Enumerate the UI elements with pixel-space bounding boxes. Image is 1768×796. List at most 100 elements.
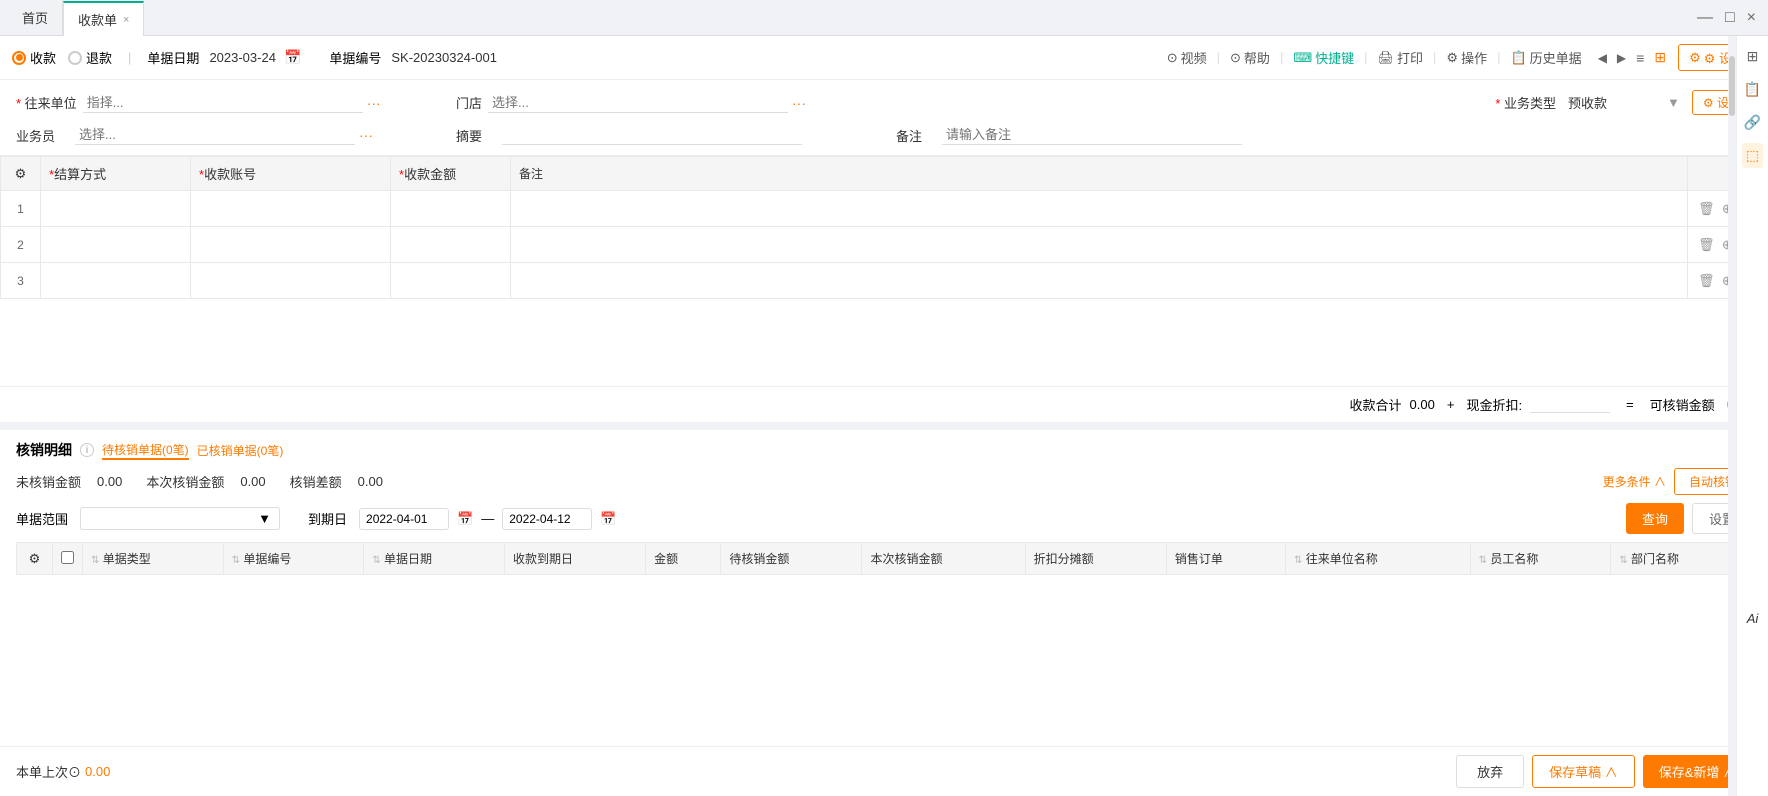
row-amount-2[interactable] (391, 227, 511, 263)
print-label: 打印 (1397, 48, 1423, 67)
current-verify-value: 0.00 (240, 474, 265, 489)
tab-home-label: 首页 (22, 8, 48, 27)
business-type-dropdown[interactable]: ▼ (1667, 95, 1680, 110)
receipt-table: ⚙ *结算方式 *收款账号 *收款金额 备注 操作 (0, 156, 1768, 299)
sidebar-doc-icon[interactable]: 📋 (1740, 77, 1765, 102)
store-more-icon[interactable]: ··· (792, 95, 806, 111)
range-select[interactable]: ▼ (80, 507, 280, 530)
vcol-gear: ⚙ (17, 543, 53, 575)
verify-gear-icon[interactable]: ⚙ (29, 551, 41, 566)
col-account: *收款账号 (191, 157, 391, 191)
radio-receipt-label: 收款 (30, 48, 56, 67)
help-label: 帮助 (1244, 48, 1270, 67)
separator1: | (128, 50, 131, 65)
staff-field: 业务员 ··· (16, 125, 416, 145)
staff-input[interactable] (75, 125, 355, 145)
save-draft-button[interactable]: 保存草稿 ∧ (1532, 755, 1635, 788)
vcol-amount: 金额 (646, 543, 721, 575)
row-amount-3[interactable] (391, 263, 511, 299)
scrollbar-thumb[interactable] (1729, 56, 1735, 116)
verify-section: 核销明细 i 待核销单据(0笔) 已核销单据(0笔) 未核销金额 0.00 本次… (0, 430, 1768, 612)
row-note-2[interactable] (511, 227, 1688, 263)
row-account-3[interactable] (191, 263, 391, 299)
table-row: 1 🗑 ⊕ (1, 191, 1768, 227)
sidebar-active-icon[interactable]: ⬚ (1742, 143, 1763, 168)
nav-prev-btn[interactable]: ◀ (1594, 49, 1611, 67)
radio-receipt-circle (12, 51, 26, 65)
vcol-counterpart: ⇅ 往来单位名称 (1285, 543, 1470, 575)
row-account-1[interactable] (191, 191, 391, 227)
shortcut-btn[interactable]: ⌨ 快捷键 (1293, 48, 1354, 67)
delete-row-1-icon[interactable]: 🗑 (1698, 201, 1715, 216)
filter-date: 到期日 📅 — 📅 (308, 508, 620, 530)
sidebar-link-icon[interactable]: 🔗 (1740, 110, 1765, 135)
sidebar-table-icon[interactable]: ⊞ (1743, 44, 1763, 69)
row-settlement-1[interactable] (41, 191, 191, 227)
more-conditions-btn[interactable]: 更多条件 ∧ (1603, 473, 1666, 490)
radio-refund[interactable]: 退款 (68, 48, 112, 67)
tab-home[interactable]: 首页 (8, 0, 63, 36)
counterpart-label: 往来单位 (16, 93, 83, 112)
history-icon: 📋 (1510, 50, 1526, 66)
row-account-2[interactable] (191, 227, 391, 263)
row-note-3[interactable] (511, 263, 1688, 299)
range-label: 单据范围 (16, 509, 68, 528)
window-maximize[interactable]: □ (1721, 7, 1739, 29)
menu-btn[interactable]: ≡ (1632, 48, 1648, 68)
table-gear-icon[interactable]: ⚙ (15, 166, 27, 181)
abandon-button[interactable]: 放弃 (1456, 755, 1524, 788)
delete-row-3-icon[interactable]: 🗑 (1698, 273, 1715, 288)
date-to-input[interactable] (502, 508, 592, 530)
calendar-from-icon[interactable]: 📅 (457, 511, 473, 527)
row-settlement-3[interactable] (41, 263, 191, 299)
staff-label: 业务员 (16, 126, 61, 145)
window-close[interactable]: × (1743, 7, 1760, 29)
grid-btn[interactable]: ⊞ (1650, 47, 1670, 68)
scrollbar[interactable] (1728, 36, 1736, 796)
operations-label: 操作 (1461, 48, 1487, 67)
staff-more-icon[interactable]: ··· (359, 127, 373, 143)
ai-label: Ai (1747, 611, 1759, 626)
note-input[interactable] (942, 125, 1242, 145)
print-icon: 🖨 (1378, 50, 1395, 66)
nav-next-btn[interactable]: ▶ (1613, 49, 1630, 67)
calendar-to-icon[interactable]: 📅 (600, 511, 616, 527)
history-btn[interactable]: 📋 历史单据 (1510, 48, 1581, 67)
tab-close-icon[interactable]: × (123, 14, 129, 26)
col-settlement: *结算方式 (41, 157, 191, 191)
vcol-check (53, 543, 83, 575)
store-input[interactable] (488, 93, 788, 113)
row-settlement-2[interactable] (41, 227, 191, 263)
verify-info-icon[interactable]: i (80, 443, 94, 457)
calendar-icon[interactable]: 📅 (284, 49, 301, 66)
summary-input[interactable] (502, 125, 802, 145)
verify-tab-done[interactable]: 已核销单据(0笔) (197, 442, 284, 459)
cash-discount-input[interactable] (1530, 397, 1610, 413)
video-btn[interactable]: ⊙ 视频 (1167, 48, 1207, 67)
summary-field: 摘要 (456, 125, 856, 145)
receipt-type-group: 收款 退款 (12, 48, 112, 67)
row-amount-1[interactable] (391, 191, 511, 227)
date-value: 2023-03-24 (209, 50, 276, 65)
query-button[interactable]: 查询 (1626, 503, 1684, 534)
bottom-info: 本单上次⊙ 0.00 (16, 762, 110, 781)
counterpart-more-icon[interactable]: ··· (367, 95, 381, 111)
date-from-input[interactable] (359, 508, 449, 530)
window-minimize[interactable]: — (1693, 7, 1717, 29)
sum-equals: = (1626, 397, 1634, 412)
counterpart-input[interactable] (83, 93, 363, 113)
row-note-1[interactable] (511, 191, 1688, 227)
verify-diff-label: 核销差额 (290, 472, 342, 491)
help-btn[interactable]: ⊙ 帮助 (1230, 48, 1270, 67)
delete-row-2-icon[interactable]: 🗑 (1698, 237, 1715, 252)
vcol-current: 本次核销金额 (862, 543, 1025, 575)
print-btn[interactable]: 🖨 打印 (1378, 48, 1424, 67)
col-note: 备注 (511, 157, 1688, 191)
filter-row: 单据范围 ▼ 到期日 📅 — 📅 查询 设置 (16, 503, 1752, 534)
radio-receipt[interactable]: 收款 (12, 48, 56, 67)
operations-btn[interactable]: ⚙ 操作 (1446, 48, 1487, 67)
tab-current[interactable]: 收款单 × (63, 1, 144, 37)
table-row: 3 🗑 ⊕ (1, 263, 1768, 299)
verify-tab-pending[interactable]: 待核销单据(0笔) (102, 441, 189, 460)
select-all-checkbox[interactable] (61, 551, 74, 564)
